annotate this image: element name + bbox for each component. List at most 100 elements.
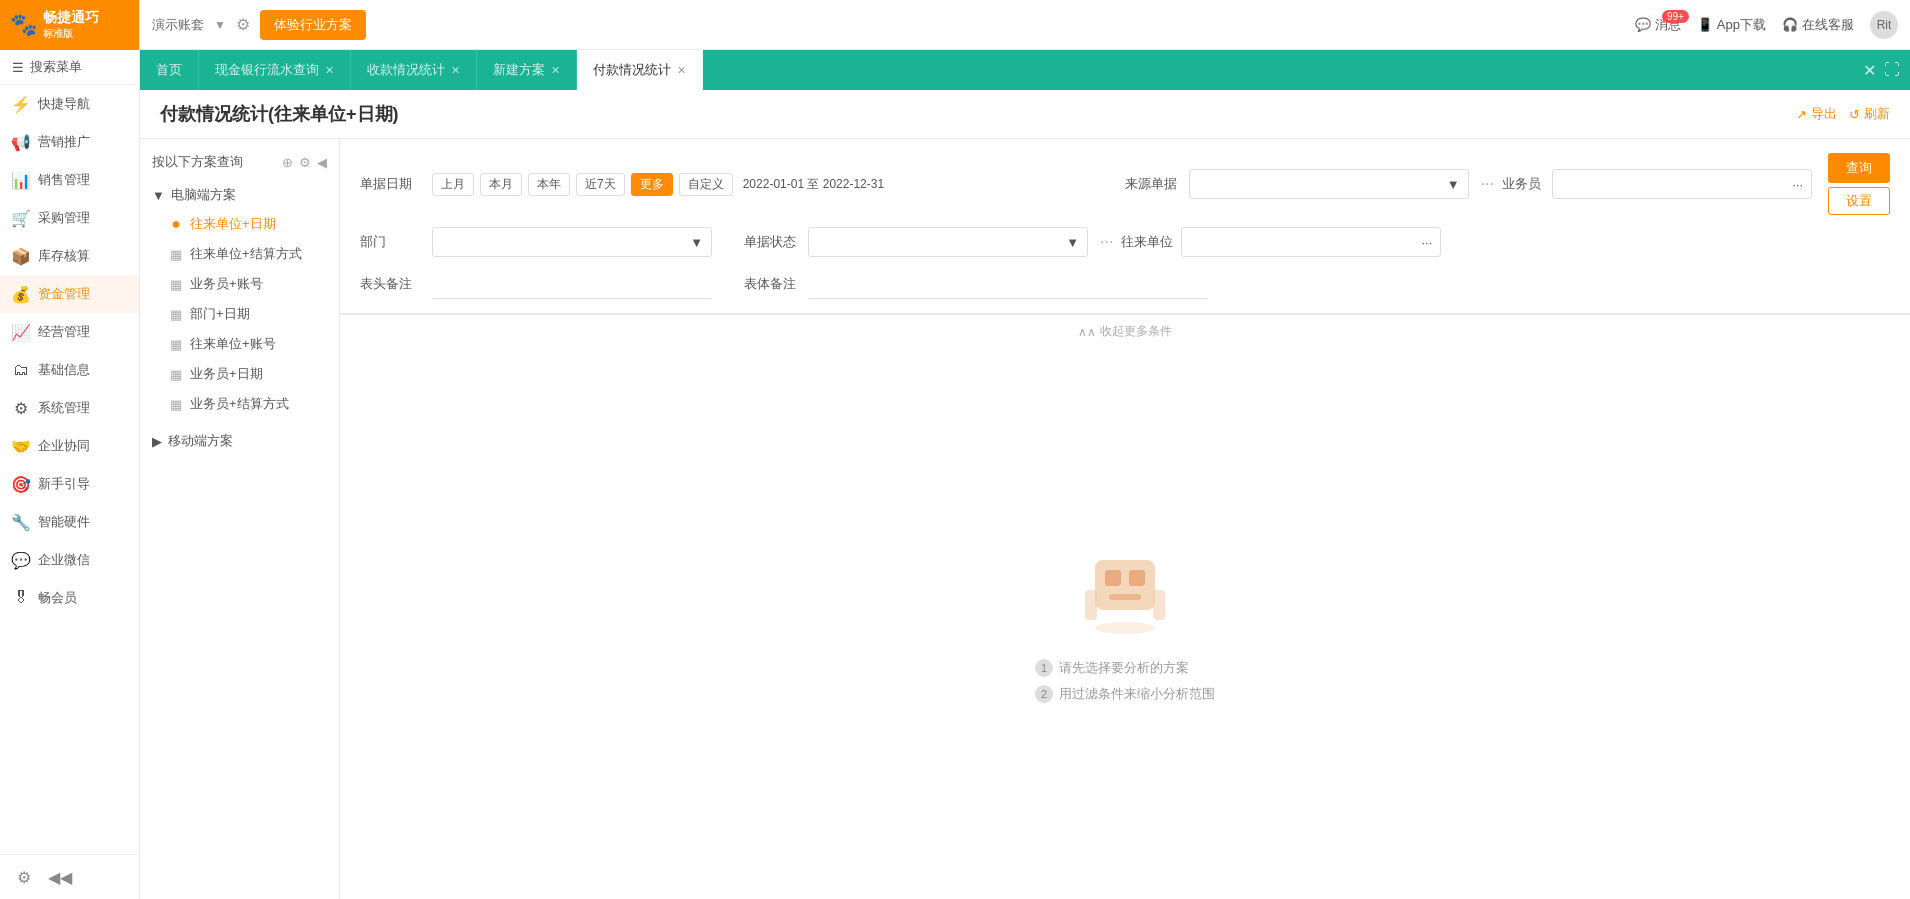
tab-receivables[interactable]: 收款情况统计✕: [351, 50, 477, 90]
sidebar-item-wechat[interactable]: 💬企业微信: [0, 541, 139, 579]
partner-date-icon: ●: [168, 216, 184, 232]
scheme-label-staff-settlement: 业务员+结算方式: [190, 395, 289, 413]
sidebar-item-marketing[interactable]: 📢营销推广: [0, 123, 139, 161]
refresh-btn[interactable]: ↺ 刷新: [1849, 105, 1890, 123]
voucher-status-label: 单据状态: [744, 233, 800, 251]
setting-btn[interactable]: 设置: [1828, 187, 1890, 215]
partner-settlement-icon: ▦: [168, 246, 184, 262]
left-panel-header-icons: ⊕ ⚙ ◀: [282, 155, 327, 170]
tab-new-scheme[interactable]: 新建方案✕: [477, 50, 577, 90]
app-download-label: App下载: [1717, 16, 1766, 34]
sidebar-item-purchase[interactable]: 🛒采购管理: [0, 199, 139, 237]
settings-bottom-icon[interactable]: ⚙: [10, 863, 38, 891]
sidebar-item-basic-info[interactable]: 🗂基础信息: [0, 351, 139, 389]
scheme-item-dept-date[interactable]: ▦部门+日期: [140, 299, 339, 329]
sidebar-item-sales[interactable]: 📊销售管理: [0, 161, 139, 199]
staff-settlement-icon: ▦: [168, 396, 184, 412]
tab-close-new-scheme[interactable]: ✕: [551, 64, 560, 77]
scheme-label-partner-settlement: 往来单位+结算方式: [190, 245, 302, 263]
sidebar-item-system[interactable]: ⚙系统管理: [0, 389, 139, 427]
tab-payment-stats[interactable]: 付款情况统计✕: [577, 50, 703, 90]
guide-icon: 🎯: [12, 475, 30, 493]
expand-icon[interactable]: ⛶: [1884, 61, 1900, 79]
tab-home[interactable]: 首页: [140, 50, 199, 90]
filter-row-1: 单据日期 上月 本月 本年 近7天 更多 自定义 2022-01-01 至 20…: [360, 153, 1890, 215]
header-note-input[interactable]: [432, 269, 712, 299]
sidebar-item-member[interactable]: 🎖畅会员: [0, 579, 139, 617]
sidebar-item-guide[interactable]: 🎯新手引导: [0, 465, 139, 503]
partner-account-icon: ▦: [168, 336, 184, 352]
voucher-status-select[interactable]: ▼: [808, 227, 1088, 257]
scheme-item-partner-settlement[interactable]: ▦ 往来单位+结算方式: [140, 239, 339, 269]
chevron-down-icon[interactable]: ▼: [214, 18, 226, 32]
sidebar-item-enterprise[interactable]: 🤝企业协同: [0, 427, 139, 465]
scheme-item-staff-date[interactable]: ▦业务员+日期: [140, 359, 339, 389]
tab-cash-flow[interactable]: 现金银行流水查询✕: [199, 50, 351, 90]
industry-btn[interactable]: 体验行业方案: [260, 10, 366, 40]
sidebar-label-quick-nav: 快捷导航: [38, 95, 90, 113]
date-btn-this-month[interactable]: 本月: [480, 173, 522, 196]
scheme-item-partner-date[interactable]: ●往来单位+日期: [140, 209, 339, 239]
sidebar-label-member: 畅会员: [38, 589, 77, 607]
export-btn[interactable]: ↗ 导出: [1796, 105, 1837, 123]
sidebar-item-quick-nav[interactable]: ⚡快捷导航: [0, 85, 139, 123]
add-scheme-icon[interactable]: ⊕: [282, 155, 293, 170]
app-download-btn[interactable]: 📱 App下载: [1697, 16, 1766, 34]
collapse-panel-icon[interactable]: ◀: [317, 155, 327, 170]
scheme-settings-icon[interactable]: ⚙: [299, 155, 311, 170]
source-voucher-select[interactable]: ▼: [1189, 169, 1469, 199]
online-service-btn[interactable]: 🎧 在线客服: [1782, 16, 1854, 34]
sidebar-label-purchase: 采购管理: [38, 209, 90, 227]
scheme-label-dept-date: 部门+日期: [190, 305, 250, 323]
sidebar-item-operations[interactable]: 📈经营管理: [0, 313, 139, 351]
tab-label-home: 首页: [156, 61, 182, 79]
date-btns: 上月 本月 本年 近7天 更多 自定义 2022-01-01 至 2022-12…: [432, 173, 884, 196]
gear-icon[interactable]: ⚙: [236, 15, 250, 34]
svg-point-6: [1095, 622, 1155, 634]
scheme-item-partner-account[interactable]: ▦往来单位+账号: [140, 329, 339, 359]
collapse-bar[interactable]: ∧∧ 收起更多条件: [340, 314, 1910, 348]
staff-select[interactable]: ···: [1552, 169, 1812, 199]
scheme-group-mobile-header[interactable]: ▶ 移动端方案: [140, 427, 339, 455]
sidebar-item-inventory[interactable]: 📦库存核算: [0, 237, 139, 275]
sidebar-label-basic-info: 基础信息: [38, 361, 90, 379]
sidebar-item-capital[interactable]: 💰资金管理: [0, 275, 139, 313]
top-header: 演示账套 ▼ ⚙ 体验行业方案 💬 消息 99+ 📱 App下载 🎧 在线客服 …: [140, 0, 1910, 50]
scheme-item-staff-settlement[interactable]: ▦ 业务员+结算方式: [140, 389, 339, 419]
scheme-group-desktop-header[interactable]: ▼ 电脑端方案: [140, 181, 339, 209]
date-btn-this-year[interactable]: 本年: [528, 173, 570, 196]
sidebar-label-system: 系统管理: [38, 399, 90, 417]
chevron-right-icon: ▶: [152, 434, 162, 449]
scheme-item-staff-account[interactable]: ▦业务员+账号: [140, 269, 339, 299]
collapse-label: 收起更多条件: [1100, 323, 1172, 340]
sidebar-item-hardware[interactable]: 🔧智能硬件: [0, 503, 139, 541]
tab-close-cash-flow[interactable]: ✕: [325, 64, 334, 77]
company-name: 演示账套: [152, 16, 204, 34]
tab-close-receivables[interactable]: ✕: [451, 64, 460, 77]
voucher-status-dots[interactable]: ···: [1100, 233, 1113, 251]
collapse-sidebar-icon[interactable]: ◀◀: [46, 863, 74, 891]
date-btn-last-month[interactable]: 上月: [432, 173, 474, 196]
close-all-tabs-icon[interactable]: ✕: [1863, 61, 1876, 80]
date-btn-custom[interactable]: 自定义: [679, 173, 733, 196]
sidebar-items: ⚡快捷导航📢营销推广📊销售管理🛒采购管理📦库存核算💰资金管理📈经营管理🗂基础信息…: [0, 85, 139, 617]
scheme-group-mobile: ▶ 移动端方案: [140, 423, 339, 459]
top-header-right: 💬 消息 99+ 📱 App下载 🎧 在线客服 Rit: [1635, 11, 1898, 39]
marketing-icon: 📢: [12, 133, 30, 151]
dept-select[interactable]: ▼: [432, 227, 712, 257]
date-btn-more[interactable]: 更多: [631, 173, 673, 196]
query-btn[interactable]: 查询: [1828, 153, 1890, 183]
tab-close-payment-stats[interactable]: ✕: [677, 64, 686, 77]
user-avatar[interactable]: Rit: [1870, 11, 1898, 39]
hint-item-1: 1 请先选择要分析的方案: [1035, 655, 1215, 681]
messages-btn[interactable]: 💬 消息 99+: [1635, 16, 1681, 34]
partner-select[interactable]: ···: [1181, 227, 1441, 257]
sidebar-search[interactable]: ☰ 搜索菜单: [0, 50, 139, 85]
source-voucher-dots[interactable]: ···: [1481, 175, 1494, 193]
body-note-input[interactable]: [808, 269, 1208, 299]
svg-rect-0: [1095, 560, 1155, 610]
voucher-date-label: 单据日期: [360, 175, 416, 193]
date-btn-last-7[interactable]: 近7天: [576, 173, 625, 196]
scheme-group-desktop: ▼ 电脑端方案 ●往来单位+日期▦往来单位+结算方式▦业务员+账号▦部门+日期▦…: [140, 177, 339, 423]
filter-actions: 查询 设置: [1828, 153, 1890, 215]
